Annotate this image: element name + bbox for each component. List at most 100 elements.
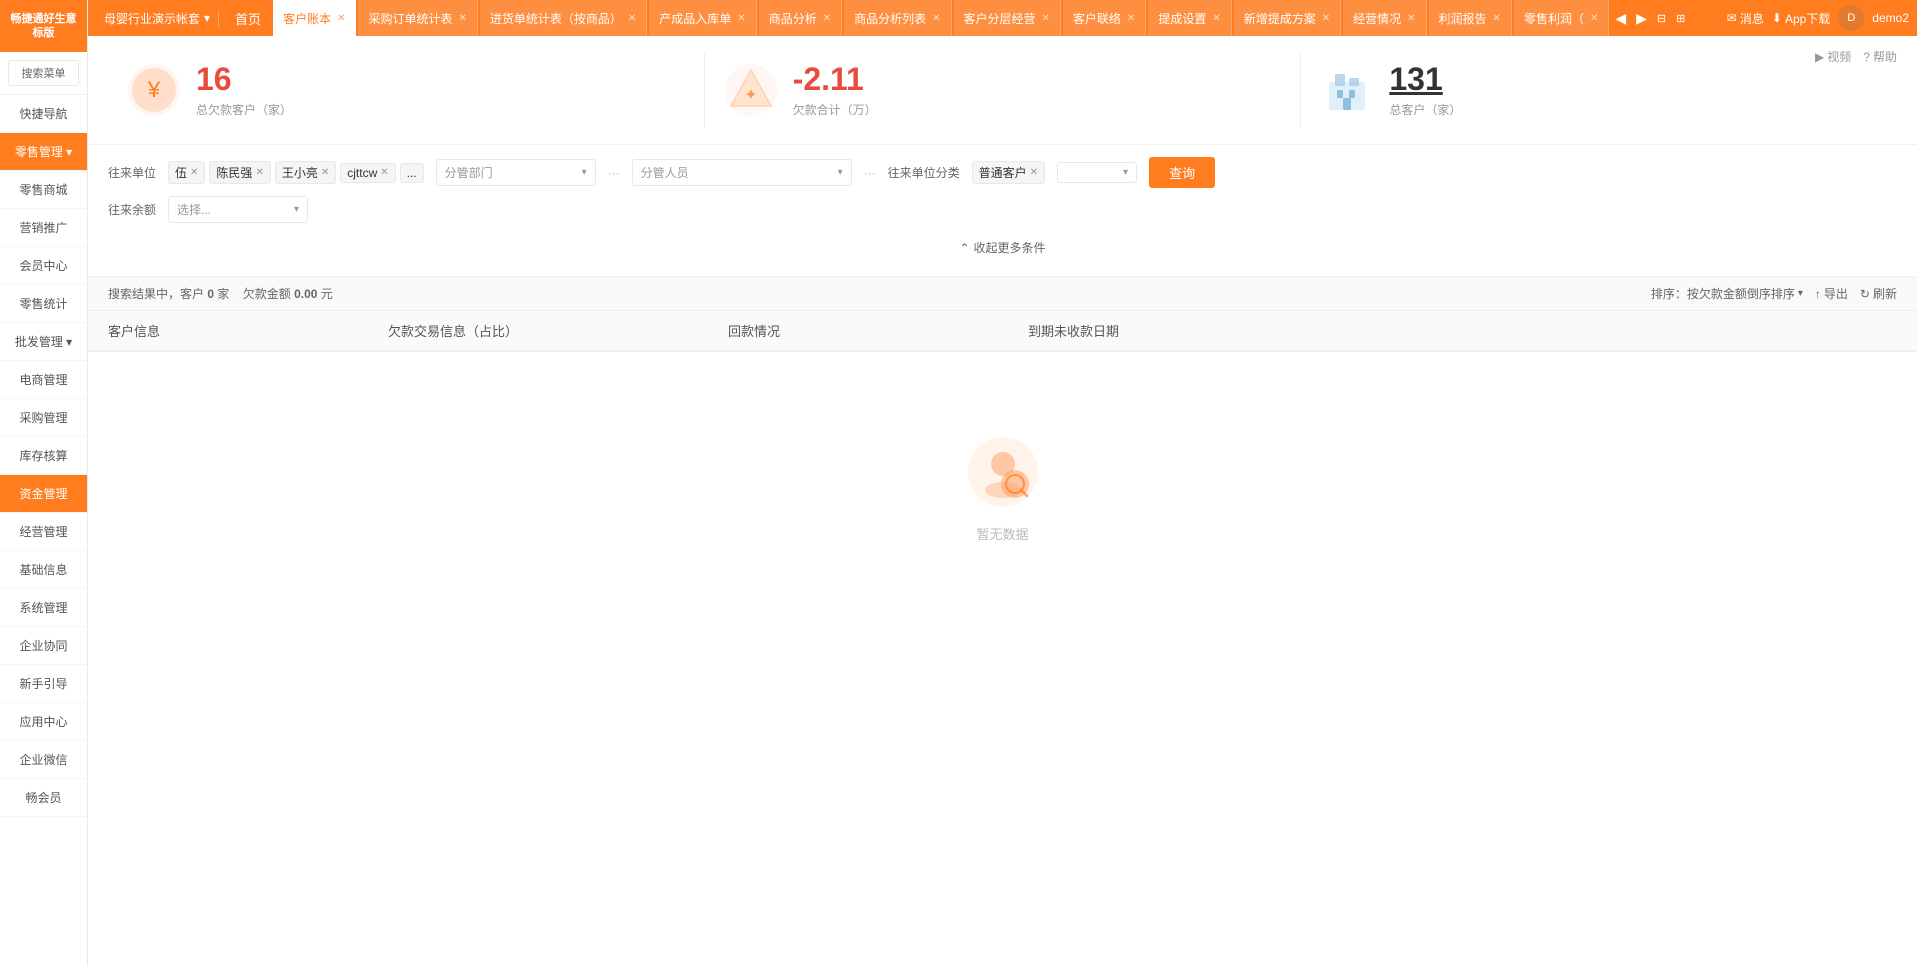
sidebar-item-capital-mgmt[interactable]: 资金管理	[0, 475, 87, 513]
table-header: 客户信息 欠款交易信息（占比） 回款情况 到期未收款日期	[88, 311, 1917, 352]
tab-add-commission-plan[interactable]: 新增提成方案 ✕	[1234, 0, 1341, 36]
tab-customer-layering[interactable]: 客户分层经营 ✕	[954, 0, 1061, 36]
user-avatar[interactable]: D	[1838, 5, 1864, 31]
filter-area: 往来单位 伍 ✕ 陈民强 ✕ 王小亮 ✕ cjttcw	[88, 145, 1917, 277]
person-more-icon[interactable]: ···	[864, 166, 876, 180]
sidebar-item-new-guide[interactable]: 新手引导	[0, 665, 87, 703]
sidebar-search-area: 搜索菜单	[0, 52, 87, 95]
filter-row-1: 往来单位 伍 ✕ 陈民强 ✕ 王小亮 ✕ cjttcw	[108, 157, 1897, 188]
tab-customer-account[interactable]: 客户账本 ✕	[273, 0, 356, 36]
sidebar-item-enterprise-wechat[interactable]: 企业微信	[0, 741, 87, 779]
video-help-button[interactable]: ▶ 视频	[1815, 48, 1851, 65]
tab-close-icon[interactable]: ✕	[737, 13, 745, 24]
message-button[interactable]: ✉ 消息	[1727, 10, 1764, 27]
balance-filter-select[interactable]: 选择... ▾	[168, 196, 308, 223]
tab-scroll-right-icon[interactable]: ▶	[1632, 8, 1651, 29]
tag-close-chen[interactable]: ✕	[255, 167, 263, 178]
tab-purchase-order-stat[interactable]: 采购订单统计表 ✕	[358, 0, 477, 36]
tab-product-analysis[interactable]: 商品分析 ✕	[759, 0, 842, 36]
tab-expand-icon[interactable]: ⊞	[1672, 10, 1689, 27]
collapse-area: ⌃ 收起更多条件	[108, 231, 1897, 264]
tab-customer-contact[interactable]: 客户联络 ✕	[1063, 0, 1146, 36]
sidebar-item-purchase-mgmt[interactable]: 采购管理	[0, 399, 87, 437]
col-due-date: 到期未收款日期	[1028, 321, 1897, 340]
tag-close-normal[interactable]: ✕	[1030, 167, 1038, 178]
help-button[interactable]: ? 帮助	[1863, 48, 1897, 65]
tag-close-wu[interactable]: ✕	[190, 167, 198, 178]
tab-profit-report[interactable]: 利润报告 ✕	[1429, 0, 1512, 36]
sidebar-item-batch-mgmt[interactable]: 批发管理 ▾	[0, 323, 87, 361]
sidebar-item-zero-retail-mall[interactable]: 零售商城	[0, 171, 87, 209]
sidebar-item-vip-member[interactable]: 畅会员	[0, 779, 87, 817]
sidebar-item-app-center[interactable]: 应用中心	[0, 703, 87, 741]
dept-filter-select[interactable]: 分管部门 ▾	[436, 159, 596, 186]
stat-credit-amount: ✦ -2.11 欠款合计（万）	[705, 52, 1302, 128]
results-bar: 搜索结果中，客户 0 家 欠款金额 0.00 元 排序：按欠款金额倒序排序 ▾ …	[88, 277, 1917, 311]
credit-customers-icon: ¥	[124, 60, 184, 120]
tab-product-inbound[interactable]: 产成品入库单 ✕	[649, 0, 756, 36]
tab-close-icon[interactable]: ✕	[628, 13, 636, 24]
sidebar-item-system-mgmt[interactable]: 系统管理	[0, 589, 87, 627]
export-button[interactable]: ↑ 导出	[1815, 285, 1848, 302]
table-container: 客户信息 欠款交易信息（占比） 回款情况 到期未收款日期 暂无数据	[88, 311, 1917, 623]
dept-more-icon[interactable]: ···	[608, 166, 620, 180]
unit-filter-tags: 伍 ✕ 陈民强 ✕ 王小亮 ✕ cjttcw ✕ ...	[168, 161, 424, 184]
person-filter-select[interactable]: 分管人员 ▾	[632, 159, 852, 186]
tab-scroll-left-icon[interactable]: ◀	[1611, 8, 1630, 29]
tag-close-wang[interactable]: ✕	[321, 167, 329, 178]
tab-commission-setting[interactable]: 提成设置 ✕	[1148, 0, 1231, 36]
tab-close-icon[interactable]: ✕	[1212, 13, 1220, 24]
tab-close-icon[interactable]: ✕	[1493, 13, 1501, 24]
empty-state-text: 暂无数据	[976, 524, 1028, 543]
collapse-up-icon: ⌃	[959, 241, 969, 255]
refresh-button[interactable]: ↻ 刷新	[1860, 285, 1897, 302]
collapse-button[interactable]: ⌃ 收起更多条件	[108, 235, 1897, 260]
sidebar-item-enterprise-collab[interactable]: 企业协同	[0, 627, 87, 665]
sidebar-item-ecommerce-mgmt[interactable]: 电商管理	[0, 361, 87, 399]
table-empty-state: 暂无数据	[88, 352, 1917, 623]
home-tab[interactable]: 首页	[225, 0, 271, 36]
tab-purchase-stat-by-product[interactable]: 进货单统计表（按商品） ✕	[480, 0, 647, 36]
tab-close-icon[interactable]: ✕	[1127, 13, 1135, 24]
tab-close-icon[interactable]: ✕	[1042, 13, 1050, 24]
svg-text:✦: ✦	[744, 87, 757, 104]
sidebar-item-member-center[interactable]: 会员中心	[0, 247, 87, 285]
stat-credit-amount-label: 欠款合计（万）	[793, 101, 877, 118]
sidebar-item-zero-retail-mgmt[interactable]: 零售管理 ▾	[0, 133, 87, 171]
sidebar-item-zero-retail-stat[interactable]: 零售统计	[0, 285, 87, 323]
user-name[interactable]: demo2	[1872, 11, 1909, 25]
unit-tag-wang: 王小亮 ✕	[275, 161, 336, 184]
tab-product-analysis-list[interactable]: 商品分析列表 ✕	[844, 0, 951, 36]
tab-close-icon[interactable]: ✕	[458, 13, 466, 24]
tab-operation-status[interactable]: 经营情况 ✕	[1343, 0, 1426, 36]
industry-selector[interactable]: 母婴行业演示帐套 ▾	[96, 10, 219, 27]
category-tag-normal: 普通客户 ✕	[972, 161, 1045, 184]
stat-total-customers-info: 131 总客户（家）	[1389, 62, 1461, 118]
sidebar-item-marketing-promo[interactable]: 营销推广	[0, 209, 87, 247]
search-menu-button[interactable]: 搜索菜单	[8, 60, 79, 86]
message-icon: ✉	[1727, 11, 1737, 25]
tab-minimize-icon[interactable]: ⊟	[1653, 10, 1670, 27]
sidebar-item-basic-info[interactable]: 基础信息	[0, 551, 87, 589]
stat-credit-customers: ¥ 16 总欠款客户（家）	[108, 52, 705, 128]
category-filter-select[interactable]: ▾	[1057, 162, 1137, 183]
tab-close-icon[interactable]: ✕	[1322, 13, 1330, 24]
query-button[interactable]: 查询	[1149, 157, 1215, 188]
topbar-actions: ✉ 消息 ⬇ App下载 D demo2	[1727, 5, 1909, 31]
sidebar-item-operation-mgmt[interactable]: 经营管理	[0, 513, 87, 551]
empty-state-icon	[963, 432, 1043, 512]
tab-close-icon[interactable]: ✕	[823, 13, 831, 24]
tab-close-icon[interactable]: ✕	[1407, 13, 1415, 24]
sidebar-item-quick-nav[interactable]: 快捷导航	[0, 95, 87, 133]
tab-retail-profit[interactable]: 零售利润（ ✕	[1514, 0, 1609, 36]
tab-close-icon[interactable]: ✕	[932, 13, 940, 24]
unit-tag-chen: 陈民强 ✕	[209, 161, 270, 184]
tag-close-cjttcw[interactable]: ✕	[380, 167, 388, 178]
category-filter-tags: 普通客户 ✕	[972, 161, 1045, 184]
tab-close-icon[interactable]: ✕	[1590, 13, 1598, 24]
unit-tag-more[interactable]: ...	[400, 163, 424, 183]
app-download-button[interactable]: ⬇ App下载	[1772, 10, 1830, 27]
sidebar-item-inventory-check[interactable]: 库存核算	[0, 437, 87, 475]
video-icon: ▶	[1815, 50, 1824, 64]
tab-close-icon[interactable]: ✕	[337, 13, 345, 24]
